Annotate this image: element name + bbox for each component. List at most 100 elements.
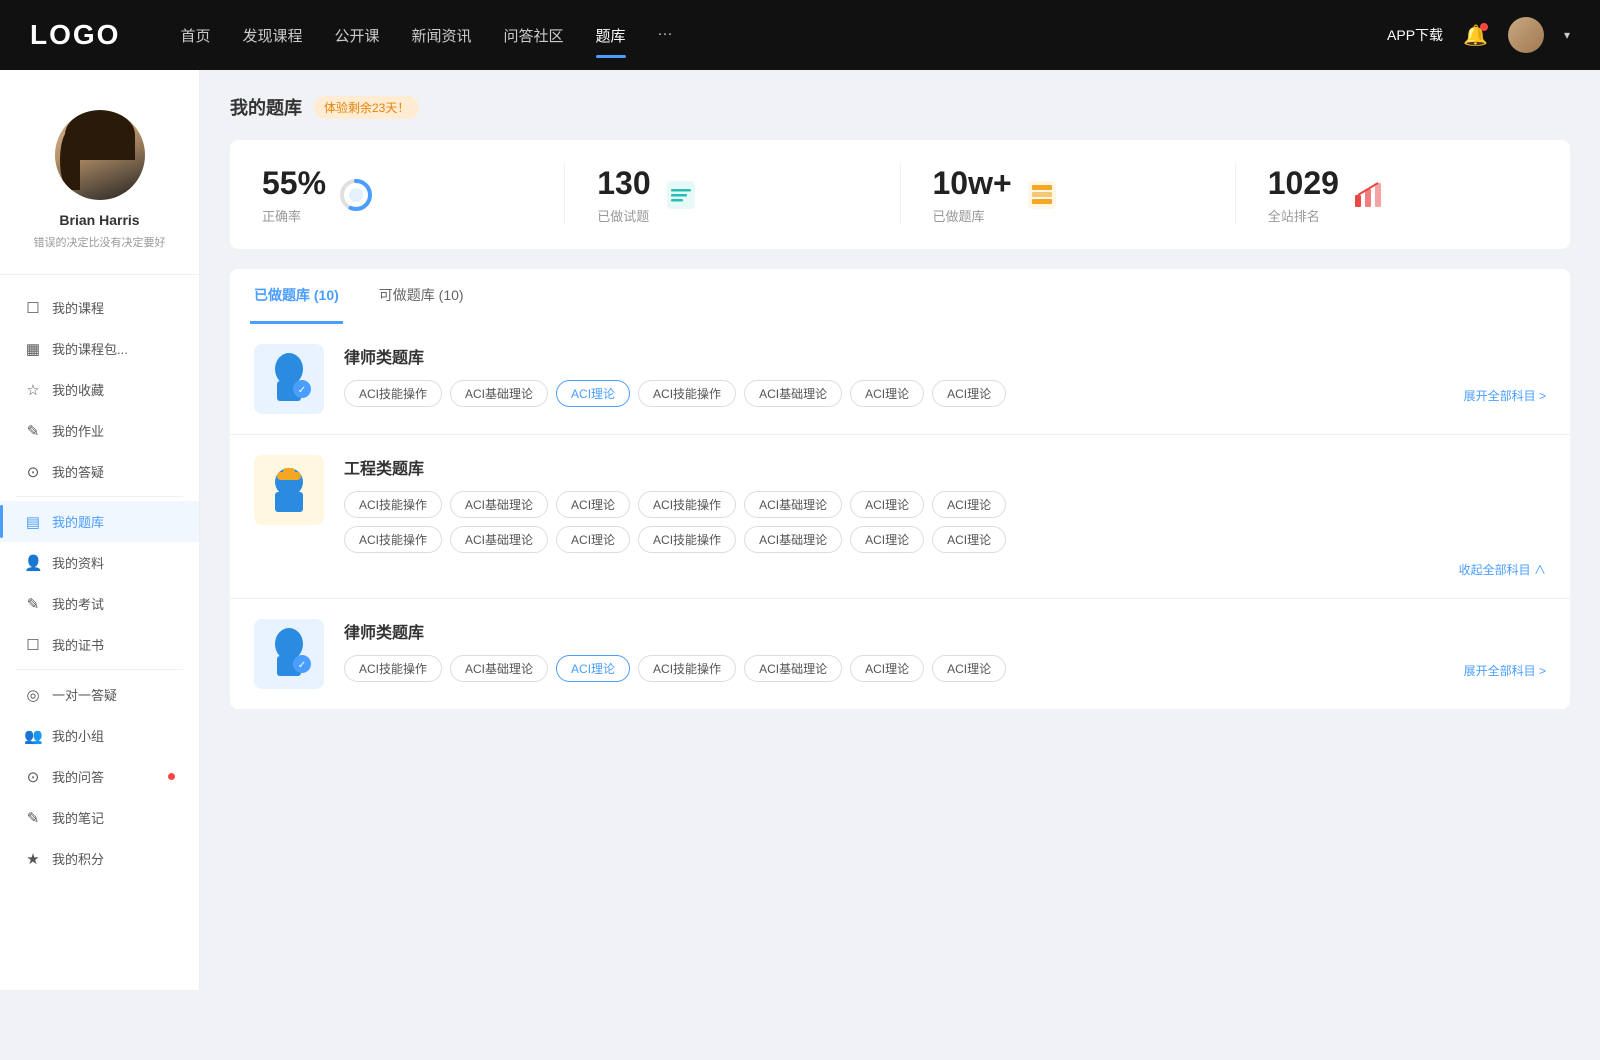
- nav-news[interactable]: 新闻资讯: [412, 21, 472, 50]
- qbank-card-engineer: 工程类题库 ACI技能操作 ACI基础理论 ACI理论 ACI技能操作 ACI基…: [230, 434, 1570, 598]
- tag[interactable]: ACI基础理论: [450, 526, 548, 553]
- qbank-body-2: 工程类题库 ACI技能操作 ACI基础理论 ACI理论 ACI技能操作 ACI基…: [344, 455, 1546, 578]
- tag[interactable]: ACI基础理论: [450, 491, 548, 518]
- nav-open-course[interactable]: 公开课: [334, 21, 379, 50]
- content-area: 我的题库 体验剩余23天！ 55% 正确率: [200, 70, 1600, 990]
- qbank-card-lawyer-2: ✓ 律师类题库 ACI技能操作 ACI基础理论 ACI理论 ACI技能操作: [230, 598, 1570, 709]
- tag-active[interactable]: ACI理论: [556, 380, 630, 407]
- expand-link-3[interactable]: 展开全部科目 >: [1464, 658, 1546, 679]
- tab-done-qbank[interactable]: 已做题库 (10): [250, 269, 343, 324]
- sidebar-menu: ☐ 我的课程 ▦ 我的课程包... ☆ 我的收藏 ✎ 我的作业 ⊙ 我的答疑 ▤: [0, 275, 199, 891]
- sidebar-item-profile[interactable]: 👤 我的资料: [0, 542, 199, 583]
- qa-notification-dot: [168, 773, 175, 780]
- tag[interactable]: ACI理论: [556, 491, 630, 518]
- stat-done-questions-value: 130: [597, 164, 650, 202]
- nav-qa[interactable]: 问答社区: [504, 21, 564, 50]
- done-qbanks-icon: [1024, 177, 1060, 213]
- profile-section: Brian Harris 错误的决定比没有决定要好: [0, 90, 199, 275]
- nav-more[interactable]: ···: [658, 21, 673, 50]
- package-icon: ▦: [24, 340, 42, 358]
- tag[interactable]: ACI技能操作: [344, 380, 442, 407]
- sidebar-item-label: 我的课程: [52, 298, 175, 317]
- sidebar-item-certificate[interactable]: ☐ 我的证书: [0, 624, 199, 665]
- sidebar-item-course[interactable]: ☐ 我的课程: [0, 287, 199, 328]
- accuracy-icon: [338, 177, 374, 213]
- tag[interactable]: ACI理论: [932, 526, 1006, 553]
- tag[interactable]: ACI技能操作: [344, 491, 442, 518]
- tag[interactable]: ACI基础理论: [450, 655, 548, 682]
- sidebar-item-qa[interactable]: ⊙ 我的答疑: [0, 451, 199, 492]
- tag[interactable]: ACI技能操作: [638, 491, 736, 518]
- tag[interactable]: ACI理论: [850, 526, 924, 553]
- stat-site-rank-text: 1029 全站排名: [1268, 164, 1339, 225]
- oneonone-icon: ◎: [24, 686, 42, 704]
- sidebar-item-myqa[interactable]: ⊙ 我的问答: [0, 756, 199, 797]
- done-questions-icon: [663, 177, 699, 213]
- main-layout: Brian Harris 错误的决定比没有决定要好 ☐ 我的课程 ▦ 我的课程包…: [0, 70, 1600, 990]
- qa-icon: ⊙: [24, 463, 42, 481]
- stat-done-questions: 130 已做试题: [565, 164, 900, 225]
- username: Brian Harris: [59, 212, 139, 228]
- tag-active[interactable]: ACI理论: [556, 655, 630, 682]
- tag[interactable]: ACI技能操作: [344, 655, 442, 682]
- tab-available-qbank[interactable]: 可做题库 (10): [375, 269, 468, 324]
- tag[interactable]: ACI理论: [932, 655, 1006, 682]
- sidebar-item-one-on-one[interactable]: ◎ 一对一答疑: [0, 674, 199, 715]
- page-title: 我的题库: [230, 94, 302, 120]
- qbank-header-2: 工程类题库 ACI技能操作 ACI基础理论 ACI理论 ACI技能操作 ACI基…: [254, 455, 1546, 578]
- tag[interactable]: ACI技能操作: [638, 655, 736, 682]
- tag[interactable]: ACI理论: [850, 380, 924, 407]
- tag[interactable]: ACI基础理论: [744, 526, 842, 553]
- sidebar-item-qbank[interactable]: ▤ 我的题库: [0, 501, 199, 542]
- stat-done-qbanks-label: 已做题库: [933, 206, 1012, 225]
- tag[interactable]: ACI理论: [850, 491, 924, 518]
- tabs-bar: 已做题库 (10) 可做题库 (10): [230, 269, 1570, 324]
- user-avatar-nav[interactable]: [1508, 17, 1544, 53]
- tag[interactable]: ACI技能操作: [638, 380, 736, 407]
- qbank-header-1: ✓ 律师类题库 ACI技能操作 ACI基础理论 ACI理论 ACI技能操作: [254, 344, 1546, 414]
- nav-home[interactable]: 首页: [180, 21, 210, 50]
- sidebar-item-favorites[interactable]: ☆ 我的收藏: [0, 369, 199, 410]
- tag[interactable]: ACI理论: [932, 380, 1006, 407]
- sidebar-item-label: 我的资料: [52, 553, 175, 572]
- tag[interactable]: ACI基础理论: [450, 380, 548, 407]
- tag[interactable]: ACI基础理论: [744, 491, 842, 518]
- qbank-card-lawyer-1: ✓ 律师类题库 ACI技能操作 ACI基础理论 ACI理论 ACI技能操作: [230, 324, 1570, 434]
- tabs-and-content: 已做题库 (10) 可做题库 (10) ✓: [230, 269, 1570, 709]
- tag[interactable]: ACI理论: [850, 655, 924, 682]
- stat-done-questions-label: 已做试题: [597, 206, 650, 225]
- expand-link-1[interactable]: 展开全部科目 >: [1464, 383, 1546, 404]
- app-download-button[interactable]: APP下载: [1387, 25, 1443, 45]
- sidebar-item-points[interactable]: ★ 我的积分: [0, 838, 199, 879]
- tag[interactable]: ACI技能操作: [344, 526, 442, 553]
- logo[interactable]: LOGO: [30, 19, 120, 51]
- stat-accuracy-value: 55%: [262, 164, 326, 202]
- tag[interactable]: ACI基础理论: [744, 655, 842, 682]
- sidebar-item-course-package[interactable]: ▦ 我的课程包...: [0, 328, 199, 369]
- sidebar-item-label: 一对一答疑: [52, 685, 175, 704]
- tag[interactable]: ACI基础理论: [744, 380, 842, 407]
- navbar-right: APP下载 🔔 ▾: [1387, 17, 1570, 53]
- chevron-down-icon[interactable]: ▾: [1564, 28, 1570, 42]
- sidebar-item-exam[interactable]: ✎ 我的考试: [0, 583, 199, 624]
- qbank-name-1: 律师类题库: [344, 344, 1546, 368]
- qbank-icon-engineer: [254, 455, 324, 525]
- sidebar-item-label: 我的笔记: [52, 808, 175, 827]
- page-header: 我的题库 体验剩余23天！: [230, 94, 1570, 120]
- nav-items: 首页 发现课程 公开课 新闻资讯 问答社区 题库 ···: [180, 21, 1387, 50]
- nav-discover[interactable]: 发现课程: [242, 21, 302, 50]
- sidebar-item-label: 我的作业: [52, 421, 175, 440]
- sidebar-item-label: 我的证书: [52, 635, 175, 654]
- collapse-link-2[interactable]: 收起全部科目 ∧: [344, 561, 1546, 578]
- tag[interactable]: ACI理论: [556, 526, 630, 553]
- sidebar-item-homework[interactable]: ✎ 我的作业: [0, 410, 199, 451]
- tag[interactable]: ACI理论: [932, 491, 1006, 518]
- nav-qbank[interactable]: 题库: [596, 21, 626, 50]
- stat-done-qbanks-text: 10w+ 已做题库: [933, 164, 1012, 225]
- points-icon: ★: [24, 850, 42, 868]
- tag[interactable]: ACI技能操作: [638, 526, 736, 553]
- sidebar-item-group[interactable]: 👥 我的小组: [0, 715, 199, 756]
- tags-row-2a: ACI技能操作 ACI基础理论 ACI理论 ACI技能操作 ACI基础理论 AC…: [344, 491, 1546, 518]
- sidebar-item-notes[interactable]: ✎ 我的笔记: [0, 797, 199, 838]
- notification-bell[interactable]: 🔔: [1463, 23, 1488, 48]
